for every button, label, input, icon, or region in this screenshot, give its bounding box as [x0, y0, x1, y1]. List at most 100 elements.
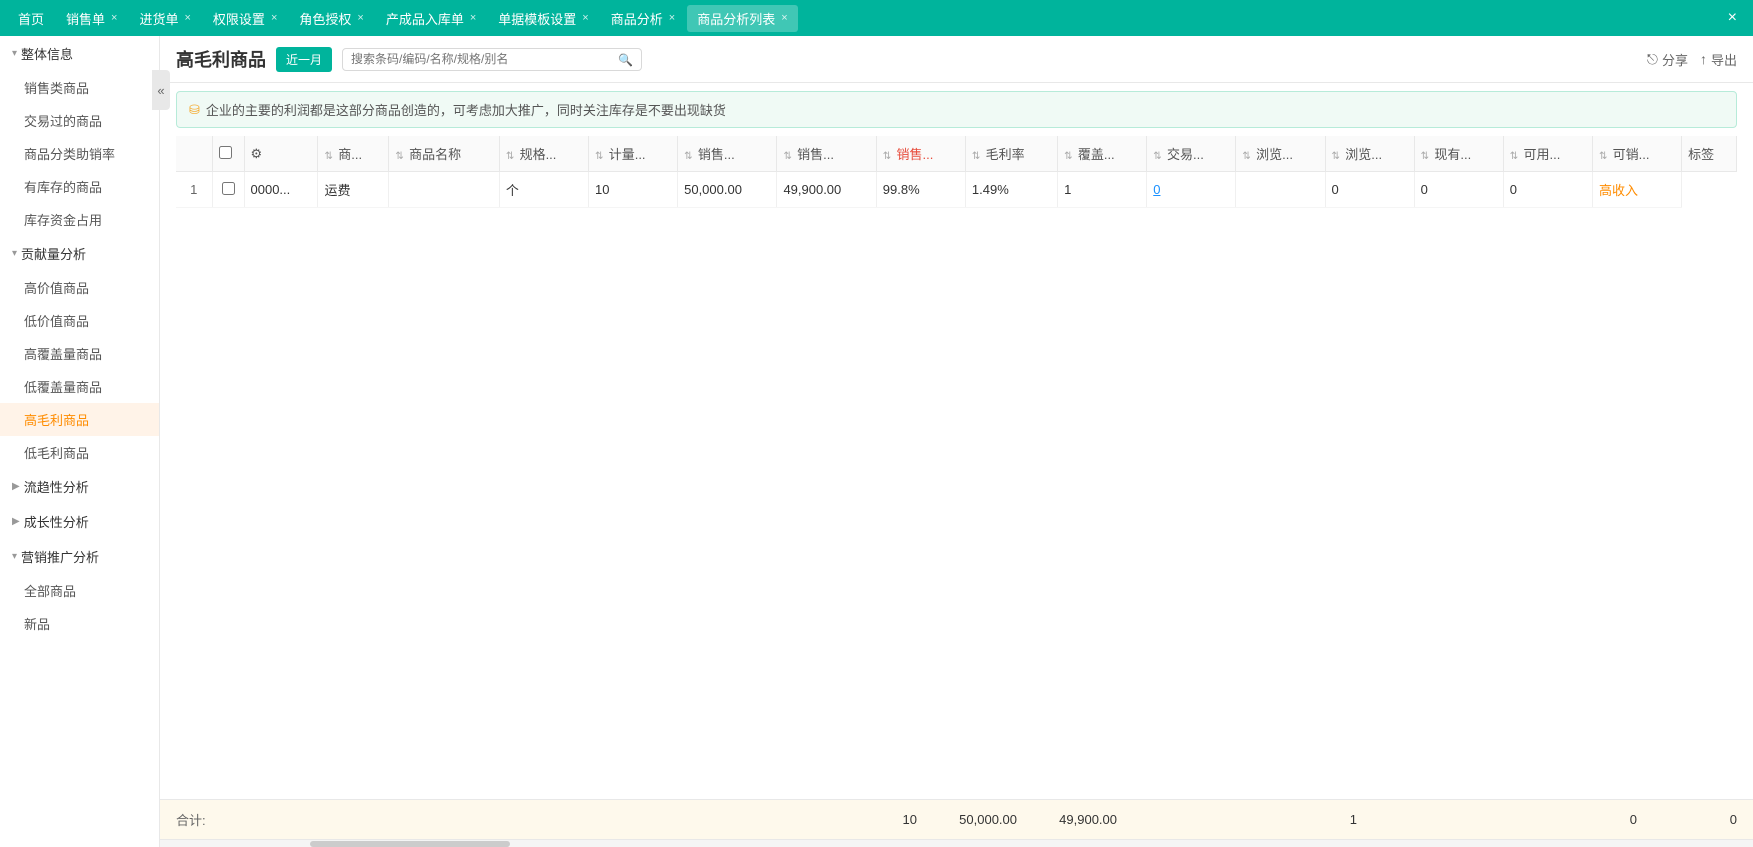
info-icon: ⛁ [189, 102, 200, 118]
row-gross-margin: 99.8% [876, 172, 965, 208]
col-tag[interactable]: 标签 [1682, 136, 1737, 172]
col-unit[interactable]: ⇅ 计量... [588, 136, 677, 172]
sort-icon-11: ⇅ [1242, 151, 1250, 162]
row-name: 运费 [318, 172, 389, 208]
footer-bar: 合计: 10 50,000.00 49,900.00 1 0 0 [160, 799, 1753, 839]
nav-item-templates[interactable]: 单据模板设置 × [488, 5, 598, 32]
col-browse1[interactable]: ⇅ 浏览... [1236, 136, 1325, 172]
content-header: 高毛利商品 近一月 ⎋ 分享 ↑ 导出 [160, 36, 1753, 83]
sidebar-item-all-goods[interactable]: 全部商品 [0, 574, 159, 607]
col-checkbox[interactable] [212, 136, 244, 172]
page-title: 高毛利商品 [176, 46, 266, 72]
sidebar-item-in-stock[interactable]: 有库存的商品 [0, 170, 159, 203]
table-wrapper[interactable]: ⚙ ⇅ 商... ⇅ 商品名称 ⇅ 规格... [160, 136, 1753, 799]
sort-icon-4: ⇅ [595, 151, 603, 162]
nav-item-permissions[interactable]: 权限设置 × [203, 5, 287, 32]
export-icon: ↑ [1700, 51, 1707, 67]
col-coverage[interactable]: ⇅ 覆盖... [1058, 136, 1147, 172]
close-warehouse-tab[interactable]: × [470, 12, 476, 24]
chevron-down-icon: ▾ [12, 48, 17, 59]
row-checkbox[interactable] [222, 182, 235, 195]
row-index: 1 [176, 172, 212, 208]
row-coverage: 1.49% [965, 172, 1057, 208]
data-table: ⚙ ⇅ 商... ⇅ 商品名称 ⇅ 规格... [176, 136, 1737, 208]
col-name[interactable]: ⇅ 商品名称 [389, 136, 499, 172]
close-permissions-tab[interactable]: × [271, 12, 277, 24]
row-spec [389, 172, 499, 208]
footer-trade-count: 1 [1277, 812, 1357, 827]
sidebar-group-marketing[interactable]: ▾ 营销推广分析 [0, 539, 159, 574]
search-box [342, 48, 642, 71]
close-templates-tab[interactable]: × [582, 12, 588, 24]
sidebar-item-low-coverage[interactable]: 低覆盖量商品 [0, 370, 159, 403]
sort-icon-6: ⇅ [783, 151, 791, 162]
row-available-stock: 0 [1414, 172, 1503, 208]
col-sales-qty[interactable]: ⇅ 销售... [678, 136, 777, 172]
export-button[interactable]: ↑ 导出 [1700, 50, 1737, 69]
col-trade-count[interactable]: ⇅ 交易... [1147, 136, 1236, 172]
col-available-stock[interactable]: ⇅ 可用... [1503, 136, 1592, 172]
select-all-checkbox[interactable] [219, 146, 232, 159]
row-current-stock: 0 [1325, 172, 1414, 208]
search-input[interactable] [351, 52, 612, 66]
sidebar-item-high-margin[interactable]: 高毛利商品 [0, 403, 159, 436]
sidebar-item-stock-capital[interactable]: 库存资金占用 [0, 203, 159, 236]
share-icon: ⎋ [1647, 51, 1658, 68]
sidebar-item-new-goods[interactable]: 新品 [0, 607, 159, 640]
sidebar-item-low-margin[interactable]: 低毛利商品 [0, 436, 159, 469]
nav-item-analysis-list[interactable]: 商品分析列表 × [687, 5, 797, 32]
sidebar-toggle-button[interactable]: « [152, 70, 170, 110]
row-sales-cost: 49,900.00 [777, 172, 876, 208]
share-button[interactable]: ⎋ 分享 [1647, 50, 1688, 69]
row-browse1[interactable]: 0 [1147, 172, 1236, 208]
sidebar-group-growth[interactable]: ▶ 成长性分析 [0, 504, 159, 539]
nav-item-purchase[interactable]: 进货单 × [129, 5, 200, 32]
chevron-right-icon-2: ▶ [12, 516, 20, 527]
nav-item-warehouse[interactable]: 产成品入库单 × [376, 5, 486, 32]
col-sales-cost[interactable]: ⇅ 销售... [876, 136, 965, 172]
sort-icon-12: ⇅ [1332, 151, 1340, 162]
col-sales-amount[interactable]: ⇅ 销售... [777, 136, 876, 172]
nav-item-roles[interactable]: 角色授权 × [289, 5, 373, 32]
search-icon [618, 52, 633, 67]
row-sales-qty: 10 [588, 172, 677, 208]
sidebar-item-high-value[interactable]: 高价值商品 [0, 271, 159, 304]
col-settings[interactable]: ⚙ [244, 136, 318, 172]
close-purchase-tab[interactable]: × [184, 12, 190, 24]
footer-label: 合计: [176, 810, 206, 829]
row-unit: 个 [499, 172, 588, 208]
chevron-down-icon-3: ▾ [12, 551, 17, 562]
col-gross-margin[interactable]: ⇅ 毛利率 [965, 136, 1057, 172]
sort-icon-15: ⇅ [1599, 151, 1607, 162]
sidebar-item-sales-goods[interactable]: 销售类商品 [0, 71, 159, 104]
sidebar-item-low-value[interactable]: 低价值商品 [0, 304, 159, 337]
filter-recent-month-button[interactable]: 近一月 [276, 47, 332, 72]
scrollbar-thumb[interactable] [310, 841, 510, 847]
sidebar-item-high-coverage[interactable]: 高覆盖量商品 [0, 337, 159, 370]
horizontal-scrollbar[interactable] [160, 839, 1753, 847]
sidebar-group-trend[interactable]: ▶ 流趋性分析 [0, 469, 159, 504]
close-analysis-tab[interactable]: × [669, 12, 675, 24]
sidebar-group-overall[interactable]: ▾ 整体信息 [0, 36, 159, 71]
col-code[interactable]: ⇅ 商... [318, 136, 389, 172]
close-sales-tab[interactable]: × [111, 12, 117, 24]
sidebar-item-category-rate[interactable]: 商品分类助销率 [0, 137, 159, 170]
col-index [176, 136, 212, 172]
close-roles-tab[interactable]: × [357, 12, 363, 24]
nav-item-analysis[interactable]: 商品分析 × [601, 5, 685, 32]
col-spec[interactable]: ⇅ 规格... [499, 136, 588, 172]
sidebar-item-traded-goods[interactable]: 交易过的商品 [0, 104, 159, 137]
close-analysis-list-tab[interactable]: × [781, 12, 787, 24]
app-close-button[interactable]: × [1720, 9, 1745, 27]
nav-item-home[interactable]: 首页 [8, 5, 54, 32]
footer-available-stock: 0 [1657, 812, 1737, 827]
row-tag: 高收入 [1592, 172, 1681, 208]
col-current-stock[interactable]: ⇅ 现有... [1414, 136, 1503, 172]
sidebar-group-contribution[interactable]: ▾ 贡献量分析 [0, 236, 159, 271]
content-area: 高毛利商品 近一月 ⎋ 分享 ↑ 导出 ⛁ 企业的主要的利润都是这部分商品创造的… [160, 36, 1753, 847]
sort-icon-2: ⇅ [395, 151, 403, 162]
row-checkbox-cell[interactable] [212, 172, 244, 208]
nav-item-sales[interactable]: 销售单 × [56, 5, 127, 32]
col-sellable-stock[interactable]: ⇅ 可销... [1592, 136, 1681, 172]
col-browse2[interactable]: ⇅ 浏览... [1325, 136, 1414, 172]
